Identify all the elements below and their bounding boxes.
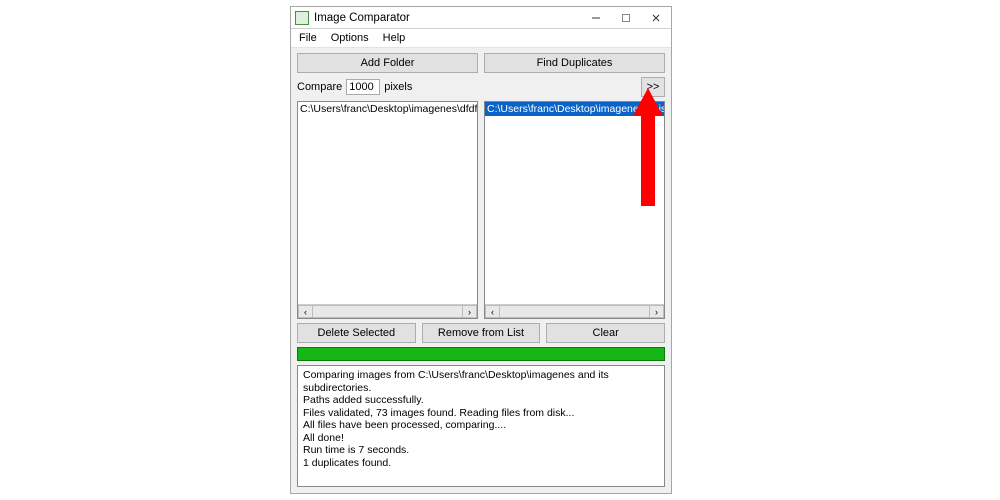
menu-options[interactable]: Options xyxy=(331,32,369,44)
left-list-hscrollbar[interactable]: ‹ › xyxy=(298,304,477,318)
scroll-right-icon[interactable]: › xyxy=(462,305,477,318)
app-window: Image Comparator File Options Help Add F… xyxy=(290,6,672,494)
scroll-left-icon[interactable]: ‹ xyxy=(485,305,500,318)
log-line: All done! xyxy=(303,432,659,445)
list-item[interactable]: C:\Users\franc\Desktop\imagenes\paisaje xyxy=(485,102,664,116)
scroll-right-icon[interactable]: › xyxy=(649,305,664,318)
log-line: Run time is 7 seconds. xyxy=(303,444,659,457)
pixels-label: pixels xyxy=(384,81,412,93)
log-line: 1 duplicates found. xyxy=(303,457,659,470)
app-icon xyxy=(295,11,309,25)
log-line: Files validated, 73 images found. Readin… xyxy=(303,407,659,420)
scroll-left-icon[interactable]: ‹ xyxy=(298,305,313,318)
maximize-button[interactable] xyxy=(611,7,641,28)
expand-button[interactable]: >> xyxy=(641,77,665,97)
left-list[interactable]: C:\Users\franc\Desktop\imagenes\dfdf.jpg… xyxy=(297,101,478,319)
list-item[interactable]: C:\Users\franc\Desktop\imagenes\dfdf.jpg xyxy=(298,102,477,116)
log-line: Comparing images from C:\Users\franc\Des… xyxy=(303,369,659,394)
content-area: Add Folder Find Duplicates Compare pixel… xyxy=(291,48,671,493)
window-title: Image Comparator xyxy=(314,12,581,24)
log-line: Paths added successfully. xyxy=(303,394,659,407)
compare-pixels-input[interactable] xyxy=(346,79,380,95)
remove-from-list-button[interactable]: Remove from List xyxy=(422,323,541,343)
clear-button[interactable]: Clear xyxy=(546,323,665,343)
titlebar: Image Comparator xyxy=(291,7,671,29)
scroll-track[interactable] xyxy=(313,305,462,318)
progress-bar xyxy=(297,347,665,361)
menubar: File Options Help xyxy=(291,29,671,48)
compare-label: Compare xyxy=(297,81,342,93)
menu-file[interactable]: File xyxy=(299,32,317,44)
right-list-hscrollbar[interactable]: ‹ › xyxy=(485,304,664,318)
minimize-button[interactable] xyxy=(581,7,611,28)
scroll-track[interactable] xyxy=(500,305,649,318)
window-controls xyxy=(581,7,671,28)
log-output[interactable]: Comparing images from C:\Users\franc\Des… xyxy=(297,365,665,487)
delete-selected-button[interactable]: Delete Selected xyxy=(297,323,416,343)
right-list[interactable]: C:\Users\franc\Desktop\imagenes\paisaje … xyxy=(484,101,665,319)
menu-help[interactable]: Help xyxy=(383,32,406,44)
log-line: All files have been processed, comparing… xyxy=(303,419,659,432)
find-duplicates-button[interactable]: Find Duplicates xyxy=(484,53,665,73)
add-folder-button[interactable]: Add Folder xyxy=(297,53,478,73)
close-button[interactable] xyxy=(641,7,671,28)
